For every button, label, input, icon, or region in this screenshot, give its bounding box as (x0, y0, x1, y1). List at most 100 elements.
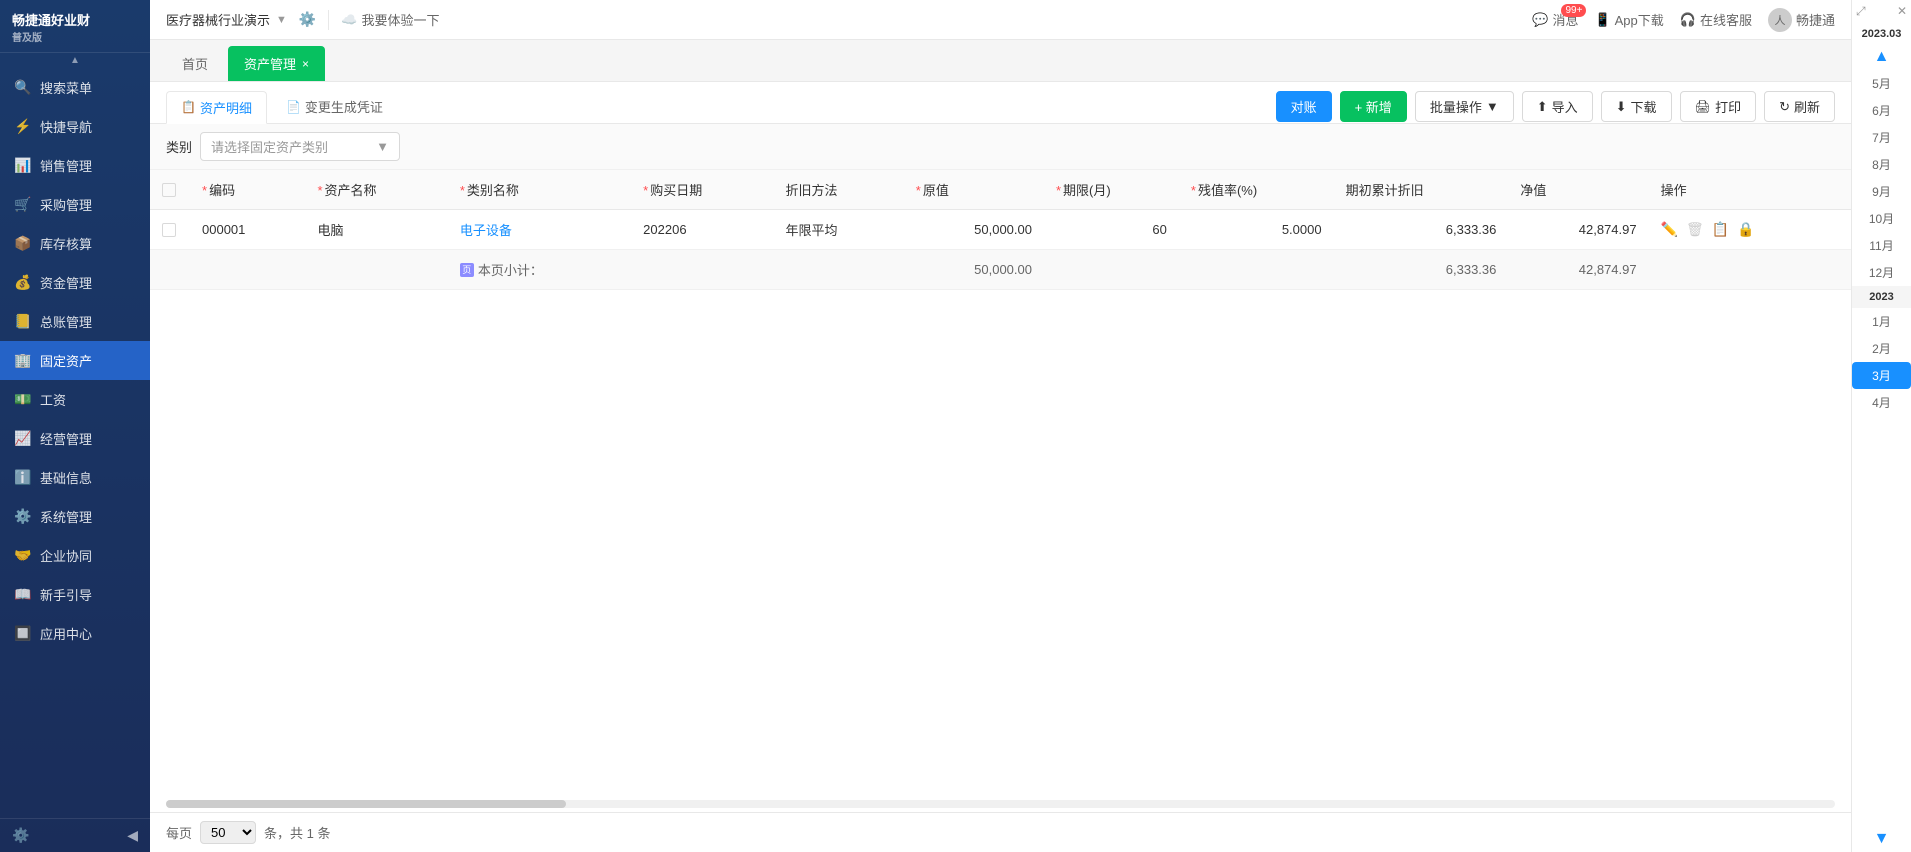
sidebar-item-inventory[interactable]: 📦 库存核算 (0, 224, 150, 263)
tab-close-icon[interactable]: × (302, 57, 309, 71)
settings-gear-icon[interactable]: ⚙️ (299, 11, 316, 28)
sidebar-logo: 畅捷通好业财 普及版 (0, 0, 150, 53)
month-2023-2[interactable]: 2月 (1852, 335, 1911, 362)
td-subtotal-accumulated-dep: 6,333.36 (1334, 250, 1509, 290)
sidebar-item-apps[interactable]: 🔲 应用中心 (0, 614, 150, 653)
refresh-icon: ↻ (1779, 99, 1790, 115)
sidebar-scroll-up[interactable]: ▲ (0, 53, 150, 68)
copy-icon[interactable]: 📋 (1712, 221, 1729, 238)
tab-home[interactable]: 首页 (166, 46, 224, 81)
panel-down-btn[interactable]: ▼ (1852, 826, 1911, 852)
month-5[interactable]: 5月 (1852, 70, 1911, 97)
topbar: 医疗器械行业演示 ▼ ⚙️ ☁️ 我要体验一下 💬 消息 99+ 📱 App下载… (150, 0, 1851, 40)
th-checkbox (150, 170, 190, 210)
inner-tab-detail[interactable]: 📋 资产明细 (166, 91, 267, 124)
print-btn[interactable]: 🖨 打印 (1680, 91, 1757, 122)
td-subtotal-empty5 (774, 250, 904, 290)
download-label: 下载 (1631, 97, 1657, 116)
sidebar-item-guide[interactable]: 📖 新手引导 (0, 575, 150, 614)
table-header-row: *编码 *资产名称 *类别名称 *购买日期 折旧方法 *原值 *期限(月) *残… (150, 170, 1851, 210)
td-checkbox (150, 210, 190, 250)
sidebar-item-finance[interactable]: 💰 资金管理 (0, 263, 150, 302)
month-2023-4[interactable]: 4月 (1852, 389, 1911, 416)
app-download-btn[interactable]: 📱 App下载 (1594, 10, 1663, 29)
tabbar: 首页 资产管理 × (150, 40, 1851, 82)
select-all-checkbox[interactable] (162, 183, 176, 197)
sidebar-item-payroll[interactable]: 💵 工资 (0, 380, 150, 419)
category-select-arrow: ▼ (376, 139, 389, 154)
row-checkbox[interactable] (162, 223, 176, 237)
payroll-icon: 💵 (14, 391, 32, 409)
th-depreciation-method: 折旧方法 (774, 170, 904, 210)
online-service-btn[interactable]: 🎧 在线客服 (1680, 10, 1752, 29)
lock-icon[interactable]: 🔒 (1737, 221, 1754, 238)
sidebar-item-system[interactable]: ⚙️ 系统管理 (0, 497, 150, 536)
apps-icon: 🔲 (14, 625, 32, 643)
td-subtotal-empty1 (150, 250, 190, 290)
panel-close-icon[interactable]: ✕ (1897, 4, 1907, 18)
panel-expand-icon[interactable]: ⤢ (1856, 4, 1866, 19)
inner-tabs: 📋 资产明细 📄 变更生成凭证 对账 + 新增 批量操作 ▼ ⬆ 导入 (150, 82, 1851, 124)
sidebar-item-purchase[interactable]: 🛒 采购管理 (0, 185, 150, 224)
inner-tab-voucher[interactable]: 📄 变更生成凭证 (271, 90, 398, 123)
sidebar-item-sales[interactable]: 📊 销售管理 (0, 146, 150, 185)
collapse-icon[interactable]: ◀ (127, 827, 138, 844)
sidebar-item-operations[interactable]: 📈 经营管理 (0, 419, 150, 458)
sidebar-item-partner[interactable]: 🤝 企业协同 (0, 536, 150, 575)
inventory-icon: 📦 (14, 235, 32, 253)
batch-btn[interactable]: 批量操作 ▼ (1415, 91, 1514, 122)
td-subtotal-empty7 (1179, 250, 1334, 290)
new-btn[interactable]: + 新增 (1340, 91, 1407, 122)
inner-tab-voucher-label: 变更生成凭证 (305, 97, 383, 116)
sidebar-item-label: 工资 (40, 390, 66, 409)
sidebar-item-quicknav[interactable]: ⚡ 快捷导航 (0, 107, 150, 146)
company-selector[interactable]: 医疗器械行业演示 ▼ (166, 10, 287, 29)
th-residual-rate: *残值率(%) (1179, 170, 1334, 210)
edit-icon[interactable]: ✏️ (1661, 221, 1678, 238)
month-6[interactable]: 6月 (1852, 97, 1911, 124)
month-7[interactable]: 7月 (1852, 124, 1911, 151)
panel-up-btn[interactable]: ▲ (1852, 44, 1911, 70)
pagination: 每页 50 10 20 100 条，共 1 条 (150, 812, 1851, 852)
experience-btn[interactable]: ☁️ 我要体验一下 (341, 10, 439, 29)
td-accumulated-dep: 6,333.36 (1334, 210, 1509, 250)
scrollbar-thumb[interactable] (166, 800, 566, 808)
refresh-btn[interactable]: ↻ 刷新 (1764, 91, 1835, 122)
month-8[interactable]: 8月 (1852, 151, 1911, 178)
td-subtotal-empty4 (631, 250, 773, 290)
download-btn[interactable]: ⬇ 下载 (1601, 91, 1672, 122)
company-name: 医疗器械行业演示 (166, 10, 270, 29)
th-operation: 操作 (1649, 170, 1851, 210)
import-btn[interactable]: ⬆ 导入 (1522, 91, 1593, 122)
category-select[interactable]: 请选择固定资产类别 ▼ (200, 132, 400, 161)
td-period: 60 (1044, 210, 1179, 250)
account-btn[interactable]: 对账 (1276, 91, 1332, 122)
sidebar-item-label: 应用中心 (40, 624, 92, 643)
sidebar-item-basic[interactable]: ℹ️ 基础信息 (0, 458, 150, 497)
refresh-label: 刷新 (1794, 97, 1820, 116)
detail-tab-icon: 📋 (181, 100, 196, 114)
sidebar-item-search[interactable]: 🔍 搜索菜单 (0, 68, 150, 107)
month-12[interactable]: 12月 (1852, 259, 1911, 286)
download-icon2: ⬇ (1616, 99, 1627, 115)
sidebar-item-label: 系统管理 (40, 507, 92, 526)
print-label: 打印 (1715, 97, 1741, 116)
batch-label: 批量操作 (1430, 97, 1482, 116)
th-name: *资产名称 (305, 170, 447, 210)
month-10[interactable]: 10月 (1852, 205, 1911, 232)
user-menu-btn[interactable]: 人 畅捷通 (1768, 8, 1835, 32)
month-11[interactable]: 11月 (1852, 232, 1911, 259)
sidebar: 畅捷通好业财 普及版 ▲ 🔍 搜索菜单 ⚡ 快捷导航 📊 销售管理 🛒 采购管理… (0, 0, 150, 852)
month-2023-1[interactable]: 1月 (1852, 308, 1911, 335)
horizontal-scrollbar[interactable] (166, 800, 1835, 808)
month-2023-3[interactable]: 3月 (1852, 362, 1911, 389)
tab-assets[interactable]: 资产管理 × (228, 46, 325, 81)
sidebar-item-ledger[interactable]: 📒 总账管理 (0, 302, 150, 341)
td-category: 电子设备 (448, 210, 631, 250)
per-page-select[interactable]: 50 10 20 100 (200, 821, 256, 844)
delete-icon[interactable]: 🗑 (1686, 221, 1704, 238)
sidebar-item-assets[interactable]: 🏢 固定资产 (0, 341, 150, 380)
notifications-btn[interactable]: 💬 消息 99+ (1532, 10, 1578, 29)
settings-icon[interactable]: ⚙️ (12, 827, 29, 844)
month-9[interactable]: 9月 (1852, 178, 1911, 205)
